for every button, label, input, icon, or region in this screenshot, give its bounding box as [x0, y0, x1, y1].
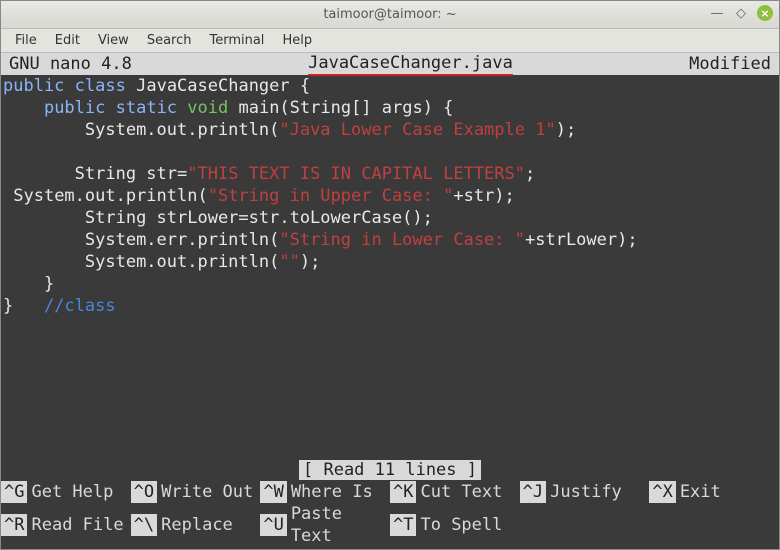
- code-token: );: [300, 252, 320, 272]
- code-area[interactable]: public class JavaCaseChanger { public st…: [1, 75, 779, 459]
- code-token: System.out.println(: [85, 252, 279, 272]
- terminal-area[interactable]: GNU nano 4.8 JavaCaseChanger.java Modifi…: [1, 53, 779, 549]
- code-comment: //class: [44, 296, 116, 316]
- nano-app-name: GNU nano 4.8: [9, 53, 132, 75]
- nano-shortcut-to-spell[interactable]: ^TTo Spell: [390, 503, 520, 547]
- code-pad: [3, 98, 44, 118]
- window-titlebar: taimoor@taimoor: ~ — ◇ ×: [1, 1, 779, 29]
- nano-help: ^GGet Help ^OWrite Out ^WWhere Is ^KCut …: [1, 481, 779, 549]
- nano-shortcut-get-help[interactable]: ^GGet Help: [1, 481, 131, 503]
- nano-shortcut-cut-text[interactable]: ^KCut Text: [390, 481, 520, 503]
- code-token: );: [556, 120, 576, 140]
- code-token: public: [3, 76, 64, 96]
- minimize-button[interactable]: —: [709, 5, 725, 21]
- menu-help[interactable]: Help: [274, 31, 320, 50]
- code-token: main(String[] args) {: [228, 98, 453, 118]
- nano-shortcut-paste-text[interactable]: ^UPaste Text: [260, 503, 390, 547]
- nano-shortcut-read-file[interactable]: ^RRead File: [1, 503, 131, 547]
- code-token: +strLower);: [525, 230, 638, 250]
- code-token: System.out.println(: [13, 186, 207, 206]
- code-pad: [3, 164, 75, 184]
- code-string: "Java Lower Case Example 1": [279, 120, 555, 140]
- menu-view[interactable]: View: [90, 31, 137, 50]
- nano-shortcut-write-out[interactable]: ^OWrite Out: [131, 481, 261, 503]
- code-pad: [3, 120, 85, 140]
- code-pad: [3, 186, 13, 206]
- code-string: "String in Lower Case: ": [279, 230, 525, 250]
- code-token: String strLower=str.toLowerCase();: [85, 208, 433, 228]
- code-token: +str);: [453, 186, 514, 206]
- nano-shortcut-exit[interactable]: ^XExit: [649, 481, 779, 503]
- code-token: class: [75, 76, 126, 96]
- code-token: JavaCaseChanger {: [136, 76, 310, 96]
- nano-status: [ Read 11 lines ]: [1, 459, 779, 481]
- nano-shortcut-replace[interactable]: ^\Replace: [131, 503, 261, 547]
- close-button[interactable]: ×: [757, 5, 773, 21]
- nano-shortcut-where-is[interactable]: ^WWhere Is: [260, 481, 390, 503]
- code-token: }: [3, 296, 44, 316]
- nano-shortcut-justify[interactable]: ^JJustify: [520, 481, 650, 503]
- code-token: }: [44, 274, 54, 294]
- nano-status-text: [ Read 11 lines ]: [299, 460, 481, 480]
- menu-edit[interactable]: Edit: [47, 31, 88, 50]
- code-token: ;: [525, 164, 535, 184]
- code-string: "THIS TEXT IS IN CAPITAL LETTERS": [187, 164, 525, 184]
- nano-modified: Modified: [689, 53, 771, 75]
- menu-terminal[interactable]: Terminal: [201, 31, 272, 50]
- menu-search[interactable]: Search: [139, 31, 200, 50]
- code-pad: [3, 252, 85, 272]
- window-title: taimoor@taimoor: ~: [323, 7, 456, 22]
- code-pad: [3, 208, 85, 228]
- code-string: "String in Upper Case: ": [208, 186, 454, 206]
- maximize-button[interactable]: ◇: [733, 5, 749, 21]
- code-token: String str=: [75, 164, 188, 184]
- code-pad: [3, 230, 85, 250]
- code-string: "": [279, 252, 299, 272]
- menu-file[interactable]: File: [7, 31, 45, 50]
- code-token: System.err.println(: [85, 230, 279, 250]
- code-token: public: [44, 98, 105, 118]
- nano-header: GNU nano 4.8 JavaCaseChanger.java Modifi…: [1, 53, 779, 75]
- code-pad: [3, 274, 44, 294]
- code-token: void: [187, 98, 228, 118]
- code-token: static: [116, 98, 177, 118]
- nano-filename: JavaCaseChanger.java: [308, 52, 513, 76]
- menubar: File Edit View Search Terminal Help: [1, 29, 779, 53]
- code-token: System.out.println(: [85, 120, 279, 140]
- window-controls: — ◇ ×: [709, 5, 773, 21]
